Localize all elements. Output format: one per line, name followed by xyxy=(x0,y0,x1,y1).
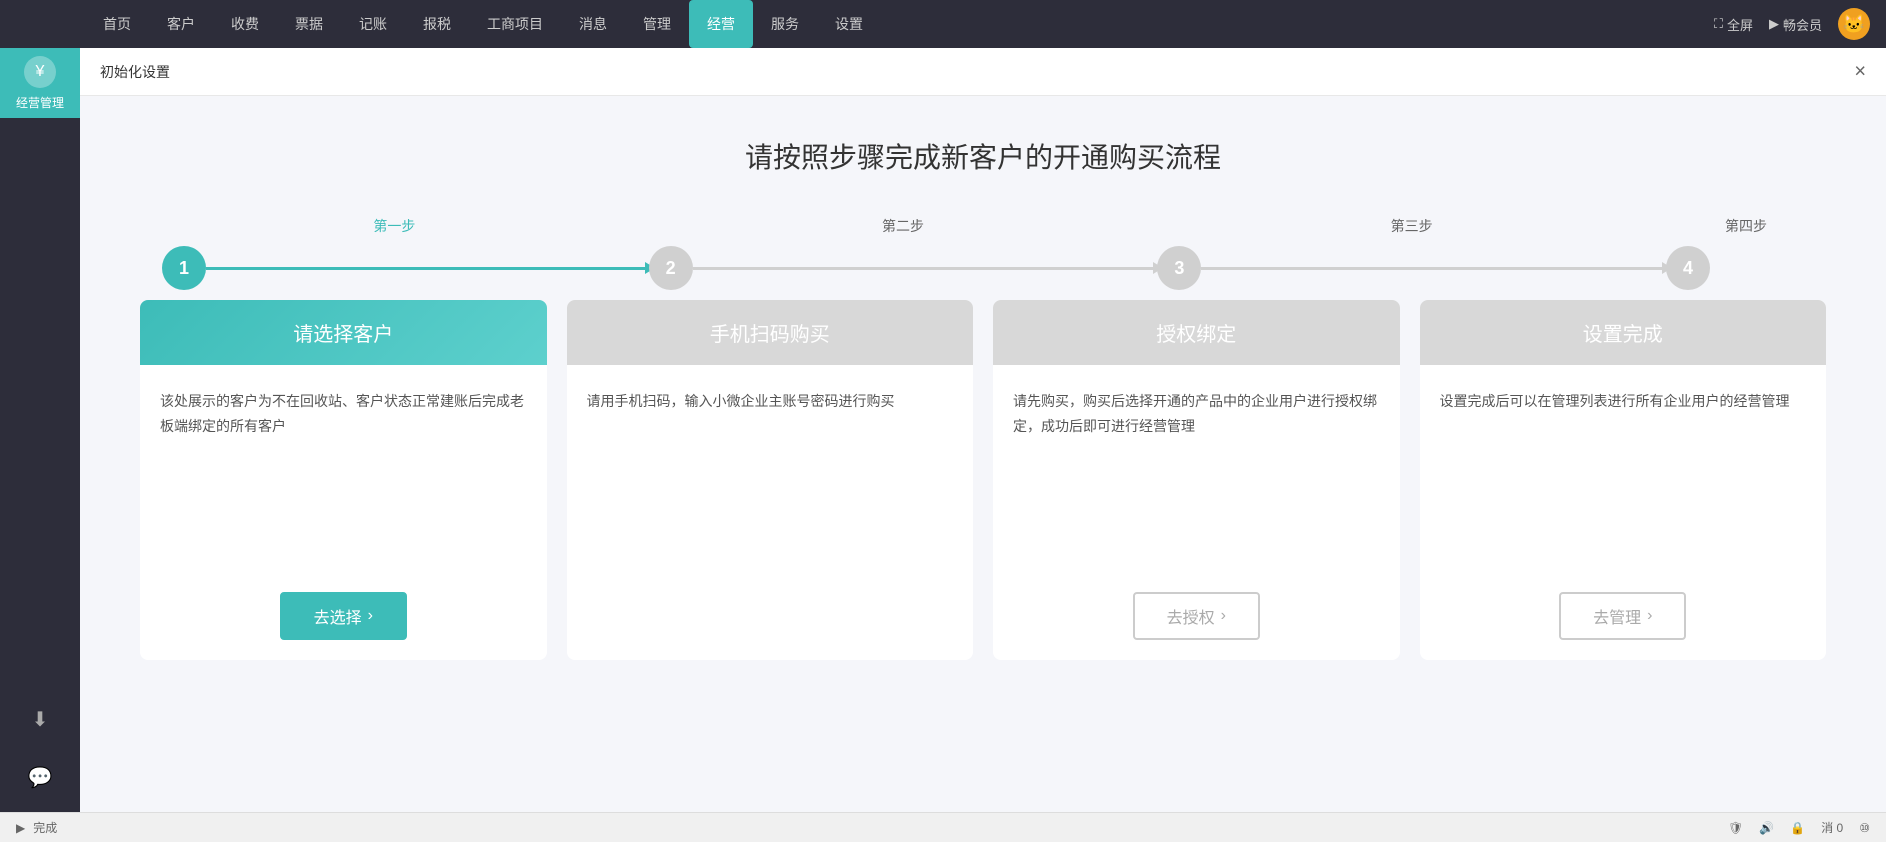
go-manage-arrow: › xyxy=(1647,607,1652,625)
card-body-4: 设置完成后可以在管理列表进行所有企业用户的经营管理 xyxy=(1420,365,1827,572)
go-select-arrow: › xyxy=(368,607,373,625)
card-body-2: 请用手机扫码，输入小微企业主账号密码进行购买 xyxy=(567,365,974,620)
version-badge: ⑩ xyxy=(1859,821,1870,835)
nav-shouye[interactable]: 首页 xyxy=(85,0,149,48)
step-wrapper-1: 第一步 1 xyxy=(140,216,649,290)
step-circle-row-1: 1 xyxy=(140,246,649,290)
steps-indicator: 第一步 1 第二步 2 xyxy=(140,216,1826,290)
nav-kehu[interactable]: 客户 xyxy=(149,0,213,48)
go-select-label: 去选择 xyxy=(314,604,362,628)
status-bar: ▶ 完成 🛡 🔊 🔒 消 0 ⑩ xyxy=(0,812,1886,842)
card-title-3: 授权绑定 xyxy=(1156,324,1236,346)
step-circle-row-3: 3 xyxy=(1157,246,1666,290)
step-circle-1: 1 xyxy=(162,246,206,290)
fullscreen-icon: ⛶ xyxy=(1714,16,1723,32)
card-footer-4: 去管理 › xyxy=(1420,572,1827,660)
page-body: 请按照步骤完成新客户的开通购买流程 第一步 1 第二步 2 xyxy=(80,96,1886,812)
nav-jingying[interactable]: 经营 xyxy=(689,0,753,48)
card-header-1: 请选择客户 xyxy=(140,300,547,365)
card-title-1: 请选择客户 xyxy=(293,324,393,346)
breadcrumb: 初始化设置 xyxy=(100,62,170,82)
breadcrumb-bar: 初始化设置 × xyxy=(80,48,1886,96)
card-header-3: 授权绑定 xyxy=(993,300,1400,365)
nav-shoufei[interactable]: 收费 xyxy=(213,0,277,48)
card-footer-1: 去选择 › xyxy=(140,572,547,660)
avatar[interactable]: 🐱 xyxy=(1838,8,1870,40)
nav-gongshang[interactable]: 工商项目 xyxy=(469,0,561,48)
volume-icon: 🔊 xyxy=(1759,821,1774,835)
card-header-2: 手机扫码购买 xyxy=(567,300,974,365)
nav-baoshui[interactable]: 报税 xyxy=(405,0,469,48)
step-wrapper-3: 第三步 3 xyxy=(1157,216,1666,290)
shield-icon: 🛡 xyxy=(1728,821,1743,835)
cards-row: 请选择客户 该处展示的客户为不在回收站、客户状态正常建账后完成老板端绑定的所有客… xyxy=(140,300,1826,660)
go-select-button[interactable]: 去选择 › xyxy=(280,592,407,640)
status-bar-left: ▶ 完成 xyxy=(16,819,57,836)
step-card-4: 设置完成 设置完成后可以在管理列表进行所有企业用户的经营管理 去管理 › xyxy=(1420,300,1827,660)
lock-icon: 🔒 xyxy=(1790,821,1805,835)
nav-right: ⛶ 全屏 ▶ 畅会员 🐱 xyxy=(1714,8,1870,40)
nav-items: 首页 客户 收费 票据 记账 报税 工商项目 消息 管理 经营 服务 设置 xyxy=(85,0,1714,48)
step-label-2: 第二步 xyxy=(882,216,924,236)
jingying-icon: ¥ xyxy=(24,56,56,88)
status-bar-right: 🛡 🔊 🔒 消 0 ⑩ xyxy=(1728,819,1870,836)
chat-icon[interactable]: 💬 xyxy=(0,752,80,802)
step-wrapper-4: 第四步 4 xyxy=(1666,216,1826,290)
step-wrapper-2: 第二步 2 xyxy=(649,216,1158,290)
step-card-1: 请选择客户 该处展示的客户为不在回收站、客户状态正常建账后完成老板端绑定的所有客… xyxy=(140,300,547,660)
page-title: 请按照步骤完成新客户的开通购买流程 xyxy=(140,136,1826,176)
nav-guanli[interactable]: 管理 xyxy=(625,0,689,48)
member-icon: ▶ xyxy=(1769,16,1779,32)
close-button[interactable]: × xyxy=(1854,60,1866,83)
status-text: 完成 xyxy=(33,819,57,836)
sidebar-item-jingying[interactable]: ¥ 经营管理 xyxy=(0,48,80,118)
sidebar: ¥ 经营管理 ⬇ 💬 xyxy=(0,0,80,842)
card-footer-3: 去授权 › xyxy=(993,572,1400,660)
top-nav: 首页 客户 收费 票据 记账 报税 工商项目 消息 管理 经营 服务 设置 ⛶ … xyxy=(0,0,1886,48)
go-authorize-label: 去授权 xyxy=(1167,604,1215,628)
card-body-1: 该处展示的客户为不在回收站、客户状态正常建账后完成老板端绑定的所有客户 xyxy=(140,365,547,572)
step-circle-row-2: 2 xyxy=(649,246,1158,290)
fullscreen-label: 全屏 xyxy=(1727,15,1753,34)
step-label-3: 第三步 xyxy=(1391,216,1433,236)
step-circle-2: 2 xyxy=(649,246,693,290)
step-circle-3: 3 xyxy=(1157,246,1201,290)
nav-shezhi[interactable]: 设置 xyxy=(817,0,881,48)
go-authorize-button[interactable]: 去授权 › xyxy=(1133,592,1260,640)
step-card-2: 手机扫码购买 请用手机扫码，输入小微企业主账号密码进行购买 xyxy=(567,300,974,660)
step-label-4: 第四步 xyxy=(1725,216,1767,236)
step-circle-4: 4 xyxy=(1666,246,1710,290)
nav-jizhang[interactable]: 记账 xyxy=(341,0,405,48)
sidebar-item-label: 经营管理 xyxy=(16,94,64,111)
step-line-3 xyxy=(1201,267,1666,270)
fullscreen-btn[interactable]: ⛶ 全屏 xyxy=(1714,15,1753,34)
play-icon: ▶ xyxy=(16,821,25,835)
message-count: 消 0 xyxy=(1821,819,1843,836)
step-card-3: 授权绑定 请先购买，购买后选择开通的产品中的企业用户进行授权绑定，成功后即可进行… xyxy=(993,300,1400,660)
card-header-4: 设置完成 xyxy=(1420,300,1827,365)
step-label-1: 第一步 xyxy=(373,216,415,236)
member-label: 畅会员 xyxy=(1783,15,1822,34)
go-authorize-arrow: › xyxy=(1221,607,1226,625)
nav-xiaoxi[interactable]: 消息 xyxy=(561,0,625,48)
download-icon[interactable]: ⬇ xyxy=(0,694,80,744)
card-title-4: 设置完成 xyxy=(1583,324,1663,346)
nav-fuwu[interactable]: 服务 xyxy=(753,0,817,48)
go-manage-button[interactable]: 去管理 › xyxy=(1559,592,1686,640)
step-circle-row-4: 4 xyxy=(1666,246,1826,290)
nav-piaoju[interactable]: 票据 xyxy=(277,0,341,48)
card-body-3: 请先购买，购买后选择开通的产品中的企业用户进行授权绑定，成功后即可进行经营管理 xyxy=(993,365,1400,572)
step-line-1 xyxy=(206,267,649,270)
card-title-2: 手机扫码购买 xyxy=(710,324,830,346)
step-line-2 xyxy=(693,267,1158,270)
go-manage-label: 去管理 xyxy=(1593,604,1641,628)
card-footer-2 xyxy=(567,620,974,660)
member-btn[interactable]: ▶ 畅会员 xyxy=(1769,15,1822,34)
